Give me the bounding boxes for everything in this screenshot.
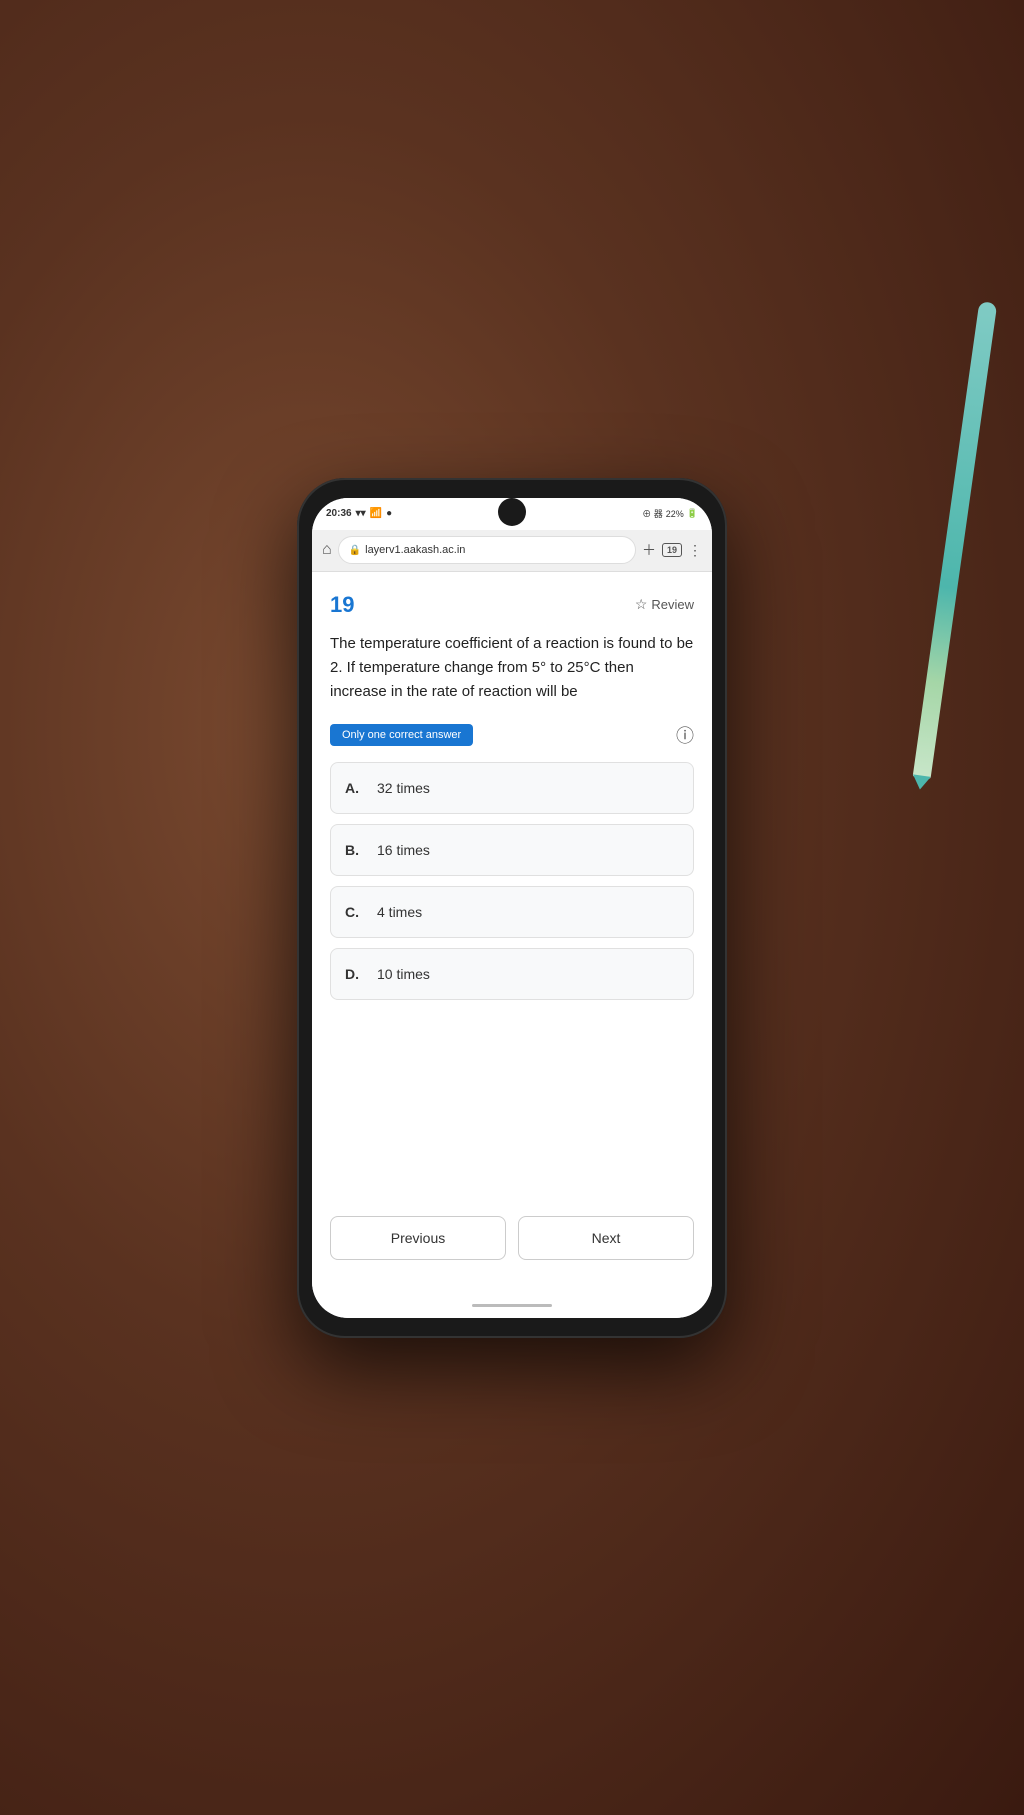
option-b-text: 16 times [377, 842, 430, 858]
battery-icon: 🔋 [687, 508, 698, 519]
home-icon[interactable]: ⌂ [322, 541, 332, 559]
menu-icon[interactable]: ⋮ [688, 542, 702, 559]
main-content: 19 ☆ Review The temperature coefficient … [312, 572, 712, 1294]
question-number: 19 [330, 592, 354, 618]
previous-button[interactable]: Previous [330, 1216, 506, 1260]
time-display: 20:36 [326, 508, 352, 519]
browser-bar: ⌂ 🔒 layerv1.aakash.ac.in ＋ 19 ⋮ [312, 530, 712, 572]
answer-type-badge: Only one correct answer [330, 724, 473, 746]
gesture-bar [312, 1294, 712, 1318]
next-button[interactable]: Next [518, 1216, 694, 1260]
info-icon[interactable]: ⓘ [676, 722, 694, 748]
review-button[interactable]: ☆ Review [635, 596, 694, 613]
lock-icon: 🔒 [349, 545, 361, 556]
extra-icons: ⊕ 器 [642, 507, 663, 520]
pen-decoration [913, 301, 998, 779]
tab-count[interactable]: 19 [662, 543, 682, 557]
option-a-text: 32 times [377, 780, 430, 796]
status-left: 20:36 ▾▾ 📶 ● [326, 508, 392, 519]
phone-notch [498, 498, 526, 526]
option-a[interactable]: A. 32 times [330, 762, 694, 814]
option-d-text: 10 times [377, 966, 430, 982]
answer-type-row: Only one correct answer ⓘ [330, 722, 694, 748]
add-tab-icon[interactable]: ＋ [642, 540, 656, 560]
gesture-line [472, 1304, 552, 1307]
phone-screen: 20:36 ▾▾ 📶 ● ⊕ 器 22% 🔋 ⌂ 🔒 layerv1.aakas… [312, 498, 712, 1318]
wifi-icon: 📶 [370, 508, 382, 519]
navigation-buttons: Previous Next [330, 1206, 694, 1274]
option-c-label: C. [345, 904, 365, 920]
phone-shell: 20:36 ▾▾ 📶 ● ⊕ 器 22% 🔋 ⌂ 🔒 layerv1.aakas… [297, 478, 727, 1338]
option-c[interactable]: C. 4 times [330, 886, 694, 938]
question-header: 19 ☆ Review [330, 592, 694, 618]
review-label: Review [651, 597, 694, 612]
url-text: layerv1.aakash.ac.in [365, 544, 465, 556]
question-text: The temperature coefficient of a reactio… [330, 632, 694, 704]
option-b[interactable]: B. 16 times [330, 824, 694, 876]
notification-dot: ● [386, 508, 392, 519]
battery-display: 22% [666, 509, 684, 519]
star-icon: ☆ [635, 596, 648, 613]
option-d[interactable]: D. 10 times [330, 948, 694, 1000]
signal-icons: ▾▾ [356, 508, 366, 519]
option-a-label: A. [345, 780, 365, 796]
option-b-label: B. [345, 842, 365, 858]
url-box[interactable]: 🔒 layerv1.aakash.ac.in [338, 536, 636, 564]
status-right: ⊕ 器 22% 🔋 [642, 507, 698, 520]
browser-action-icons: ＋ 19 ⋮ [642, 540, 702, 560]
option-c-text: 4 times [377, 904, 422, 920]
option-d-label: D. [345, 966, 365, 982]
options-list: A. 32 times B. 16 times C. 4 times D. 10… [330, 762, 694, 1000]
